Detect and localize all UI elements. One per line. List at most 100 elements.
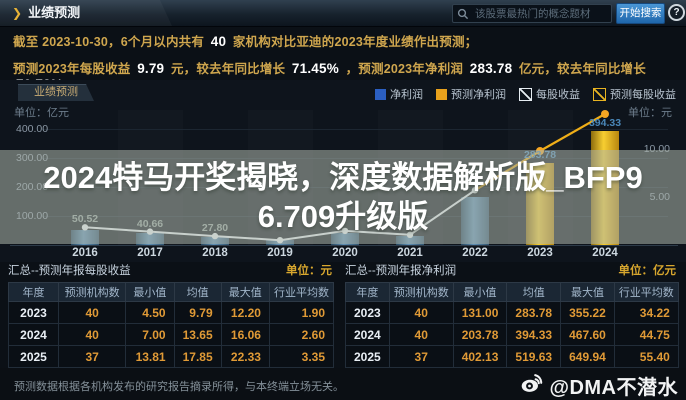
search-button[interactable]: 开始搜索 bbox=[616, 3, 665, 24]
cell: 40 bbox=[58, 323, 127, 346]
footer-bar: 预测数据根据各机构发布的研究报告摘录所得，与本终端立场无关。 @DMA不潜水 bbox=[0, 368, 686, 400]
eps-table-title-text: 汇总--预测年报每股收益 bbox=[8, 265, 131, 277]
column-header-最大值: 最大值 bbox=[560, 282, 615, 302]
netprofit-forecast-table-block: 汇总--预测年报净利润 单位：亿元 年度 预测机构数 最小值 均值 最大值 行业平均数 202… bbox=[345, 262, 679, 368]
cell: 16.06 bbox=[220, 323, 270, 346]
cell: 467.60 bbox=[560, 323, 615, 346]
x-axis-label-2019: 2019 bbox=[267, 247, 293, 259]
gridline bbox=[42, 129, 668, 130]
page-title[interactable]: ❯ 业绩预测 bbox=[12, 0, 80, 26]
x-axis-line bbox=[10, 245, 678, 246]
cell: 2025 bbox=[345, 345, 390, 368]
summary-value: 9.79 bbox=[137, 61, 165, 76]
column-header-行业平均数: 行业平均数 bbox=[268, 282, 335, 302]
left-axis-tick: 400.00 bbox=[16, 123, 49, 135]
page-title-label: 业绩预测 bbox=[28, 5, 81, 20]
cell: 203.78 bbox=[452, 323, 508, 346]
watermark-text: @DMA不潜水 bbox=[549, 377, 678, 399]
netprofit-table-unit: 单位：亿元 bbox=[618, 265, 677, 277]
column-header-均值: 均值 bbox=[506, 282, 562, 302]
eps-table-title: 汇总--预测年报每股收益 单位：元 bbox=[8, 262, 334, 278]
netprofit-table-title: 汇总--预测年报净利润 单位：亿元 bbox=[345, 262, 678, 278]
cell: 34.22 bbox=[613, 301, 679, 324]
x-axis-label-2018: 2018 bbox=[202, 247, 228, 259]
cell: 519.63 bbox=[506, 345, 562, 368]
watermark-badge: @DMA不潜水 bbox=[518, 370, 678, 400]
table-row: 2023 40 4.50 9.79 12.20 1.90 bbox=[7, 301, 335, 324]
cell: 2.60 bbox=[268, 323, 335, 346]
cell: 44.75 bbox=[613, 323, 679, 346]
netprofit-forecast-table: 年度 预测机构数 最小值 均值 最大值 行业平均数 2023 40 131.00 283.78 35… bbox=[345, 282, 679, 368]
x-axis-label-2023: 2023 bbox=[527, 247, 553, 259]
cell: 2025 bbox=[7, 345, 60, 368]
netprofit-table-title-text: 汇总--预测年报净利润 bbox=[345, 265, 457, 277]
cell: 7.00 bbox=[125, 323, 175, 346]
search-input[interactable] bbox=[473, 5, 611, 22]
summary-text: ，预测2023年净利润 bbox=[341, 62, 467, 76]
column-header-最小值: 最小值 bbox=[125, 282, 175, 302]
column-header-预测机构数: 预测机构数 bbox=[388, 282, 454, 302]
cell: 9.79 bbox=[173, 301, 222, 324]
cell: 355.22 bbox=[560, 301, 615, 324]
watermark-overlay-line1: 2024特马开奖揭晓，深度数据解析版_BFP9 bbox=[43, 160, 643, 195]
search-box bbox=[452, 4, 612, 23]
summary-text: 元，较去年同比增长 bbox=[167, 62, 289, 76]
summary-text: 亿元，较去年同比增长 bbox=[515, 62, 646, 76]
x-axis-label-2021: 2021 bbox=[397, 247, 423, 259]
cell: 55.40 bbox=[613, 345, 679, 368]
disclaimer-text: 预测数据根据各机构发布的研究报告摘录所得，与本终端立场无关。 bbox=[14, 381, 344, 393]
watermark-overlay-line2: 6.709升级版 bbox=[257, 199, 429, 234]
summary-text: 家机构对比亚迪的2023年度业绩作出预测； bbox=[229, 35, 478, 49]
weibo-icon bbox=[518, 370, 544, 400]
eps-forecast-table-block: 汇总--预测年报每股收益 单位：元 年度 预测机构数 最小值 均值 最大值 行业平均数 202… bbox=[7, 262, 335, 368]
table-header-row: 年度 预测机构数 最小值 均值 最大值 行业平均数 bbox=[7, 282, 335, 302]
cell: 2023 bbox=[7, 301, 60, 324]
summary-value: 40 bbox=[210, 34, 227, 49]
table-row: 2025 37 13.81 17.85 22.33 3.35 bbox=[7, 345, 335, 368]
cell: 12.20 bbox=[220, 301, 270, 324]
cell: 4.50 bbox=[125, 301, 175, 324]
top-bar: ❯ 业绩预测 开始搜索 ? bbox=[0, 0, 686, 27]
cell: 22.33 bbox=[220, 345, 270, 368]
app-root: ❯ 业绩预测 开始搜索 ? 截至 2023-10-30，6个月以内共有 40 家机… bbox=[0, 0, 686, 400]
cell: 649.94 bbox=[560, 345, 615, 368]
eps-table-unit: 单位：元 bbox=[286, 265, 332, 277]
cell: 1.90 bbox=[268, 301, 335, 324]
table-row: 2024 40 7.00 13.65 16.06 2.60 bbox=[7, 323, 335, 346]
cell: 37 bbox=[388, 345, 454, 368]
cell: 40 bbox=[58, 301, 127, 324]
cell: 2024 bbox=[345, 323, 390, 346]
x-axis-label-2017: 2017 bbox=[137, 247, 163, 259]
summary-line-1: 截至 2023-10-30，6个月以内共有 40 家机构对比亚迪的2023年度业… bbox=[13, 31, 678, 50]
summary-text: 截至 2023-10-30，6个月以内共有 bbox=[13, 35, 208, 49]
summary-value: 71.45% bbox=[291, 61, 339, 76]
table-row: 2024 40 203.78 394.33 467.60 44.75 bbox=[345, 323, 679, 346]
cell: 402.13 bbox=[452, 345, 508, 368]
summary-value: 283.78 bbox=[469, 61, 513, 76]
cell: 37 bbox=[58, 345, 127, 368]
cell: 13.65 bbox=[173, 323, 222, 346]
cell: 40 bbox=[388, 301, 454, 324]
cell: 131.00 bbox=[452, 301, 508, 324]
cell: 2023 bbox=[345, 301, 390, 324]
x-axis-label-2016: 2016 bbox=[72, 247, 98, 259]
eps-forecast-table: 年度 预测机构数 最小值 均值 最大值 行业平均数 2023 40 4.50 9.79 12.20 1… bbox=[7, 282, 335, 368]
column-header-预测机构数: 预测机构数 bbox=[58, 282, 127, 302]
chevron-right-icon: ❯ bbox=[12, 6, 23, 20]
data-label-2024: 394.33 bbox=[588, 116, 622, 129]
table-row: 2023 40 131.00 283.78 355.22 34.22 bbox=[345, 301, 679, 324]
search-icon bbox=[457, 7, 469, 25]
column-header-行业平均数: 行业平均数 bbox=[613, 282, 679, 302]
x-axis-label-2024: 2024 bbox=[592, 247, 618, 259]
cell: 17.85 bbox=[173, 345, 222, 368]
help-icon[interactable]: ? bbox=[668, 4, 685, 21]
column-header-均值: 均值 bbox=[173, 282, 222, 302]
cell: 394.33 bbox=[506, 323, 562, 346]
cell: 2024 bbox=[7, 323, 60, 346]
column-header-年度: 年度 bbox=[345, 282, 390, 302]
x-axis-label-2022: 2022 bbox=[462, 247, 488, 259]
column-header-最大值: 最大值 bbox=[220, 282, 270, 302]
x-axis-label-2020: 2020 bbox=[332, 247, 358, 259]
cell: 13.81 bbox=[125, 345, 175, 368]
column-header-年度: 年度 bbox=[7, 282, 60, 302]
